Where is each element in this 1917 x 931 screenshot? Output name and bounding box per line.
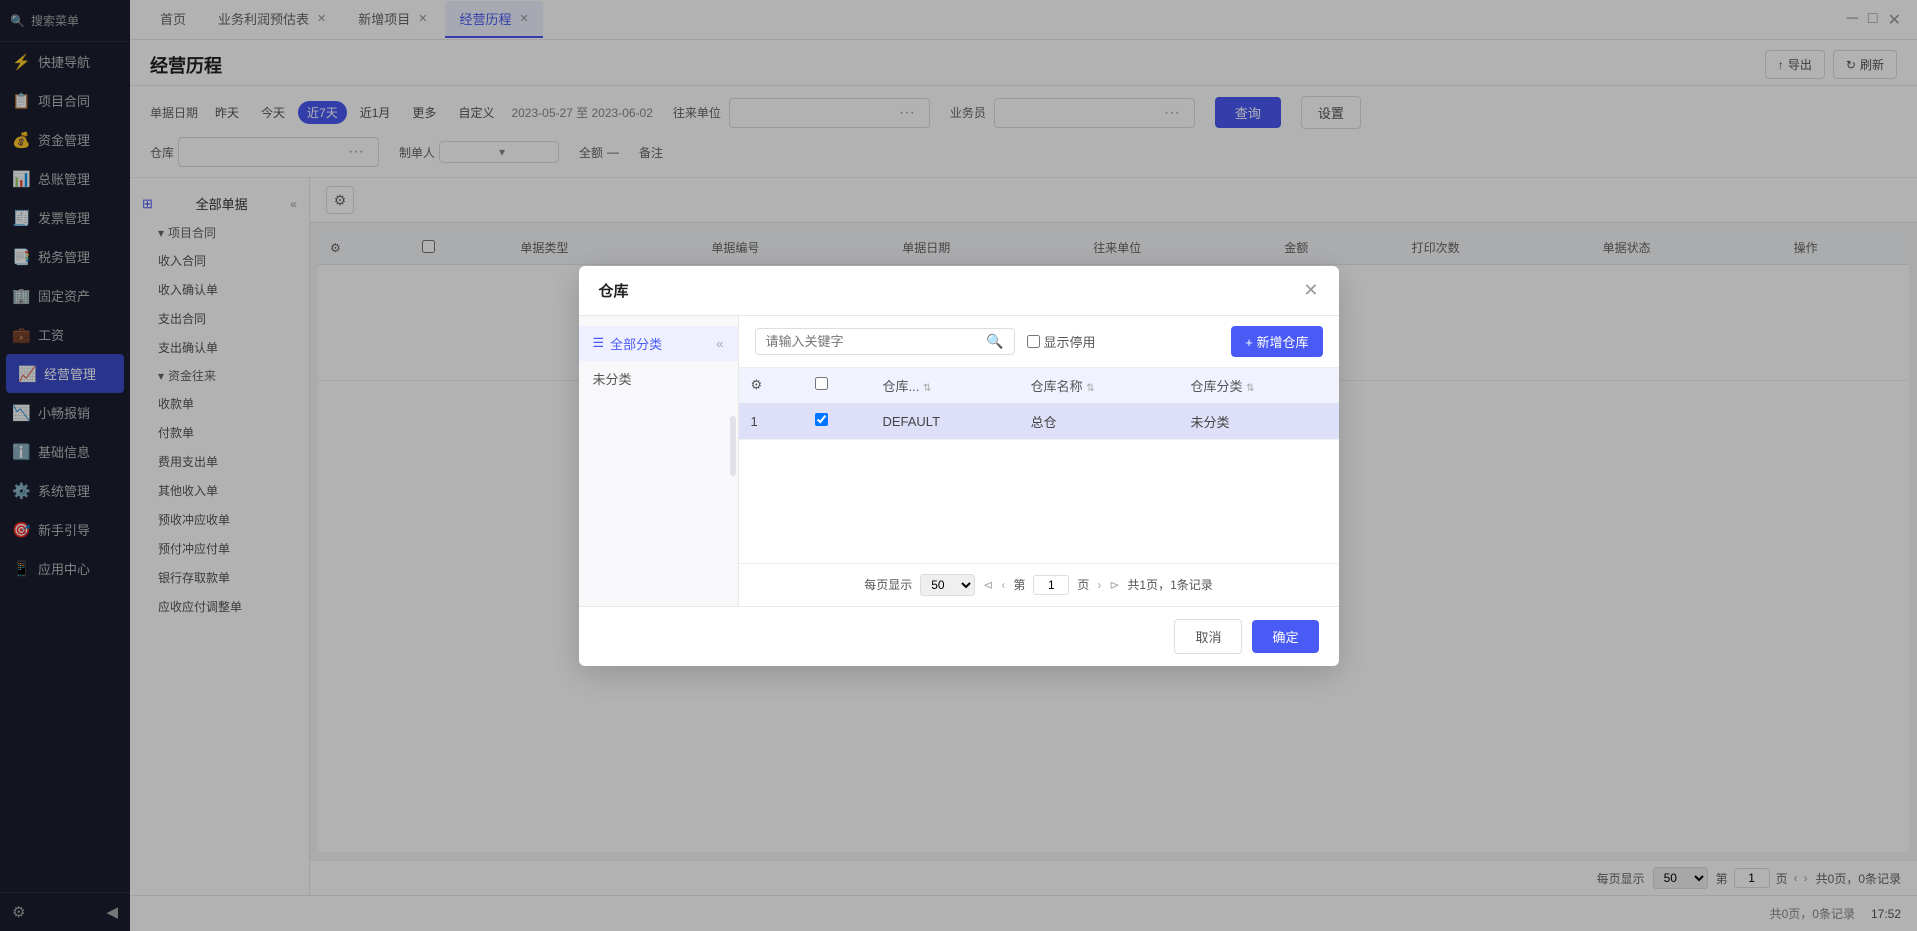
row-checkbox[interactable] (815, 413, 828, 426)
modal-row-index: 1 (739, 403, 804, 439)
modal-row-category: 未分类 (1179, 403, 1339, 439)
modal-close-button[interactable]: ✕ (1303, 280, 1318, 301)
modal-total-label: 共1页，1条记录 (1127, 576, 1212, 593)
cancel-button[interactable]: 取消 (1174, 619, 1242, 654)
modal-scrollbar[interactable] (730, 416, 736, 476)
modal-col-settings[interactable]: ⚙ (739, 368, 804, 404)
modal-table-area: ⚙ 仓库... ⇅ 仓库名称 ⇅ (739, 368, 1339, 563)
modal-last-page[interactable]: ⊳ (1109, 578, 1119, 592)
modal-next-page[interactable]: › (1097, 578, 1101, 592)
modal-all-label: 全部分类 (610, 334, 662, 353)
modal-per-page-select[interactable]: 50 100 (920, 574, 975, 596)
col-settings-icon: ⚙ (751, 377, 763, 392)
modal-col-code: 仓库... ⇅ (870, 368, 1018, 404)
modal-search-box[interactable]: 🔍 (755, 328, 1015, 355)
col-name-label: 仓库名称 (1031, 379, 1083, 394)
modal-all-icon: ☰ (593, 335, 605, 351)
modal-category-unclassified[interactable]: 未分类 (579, 361, 738, 396)
show-disabled-label: 显示停用 (1044, 332, 1096, 351)
modal-col-checkbox (803, 368, 870, 404)
modal-body: ☰ 全部分类 « 未分类 🔍 (579, 316, 1339, 606)
modal-right-panel: 🔍 显示停用 + 新增仓库 ⚙ (739, 316, 1339, 606)
modal-page-suffix: 页 (1077, 576, 1089, 593)
show-disabled-checkbox[interactable] (1027, 335, 1040, 348)
modal-category-all[interactable]: ☰ 全部分类 « (579, 326, 738, 361)
modal-collapse-btn[interactable]: « (716, 336, 723, 351)
modal-footer: 取消 确定 (579, 606, 1339, 666)
modal-page-label: 第 (1013, 576, 1025, 593)
modal-row-name: 总仓 (1019, 403, 1179, 439)
show-disabled-checkbox-group: 显示停用 (1027, 332, 1096, 351)
modal-title: 仓库 (599, 280, 629, 301)
col-code-sort[interactable]: ⇅ (923, 383, 931, 394)
modal-row-code: DEFAULT (870, 403, 1018, 439)
col-category-label: 仓库分类 (1191, 379, 1243, 394)
modal-category-label: 未分类 (593, 369, 632, 388)
modal-search-input[interactable] (766, 334, 987, 349)
modal-col-category: 仓库分类 ⇅ (1179, 368, 1339, 404)
modal-row-checkbox (803, 403, 870, 439)
modal-overlay[interactable]: 仓库 ✕ ☰ 全部分类 « 未分类 (0, 0, 1917, 931)
modal-col-name: 仓库名称 ⇅ (1019, 368, 1179, 404)
warehouse-modal: 仓库 ✕ ☰ 全部分类 « 未分类 (579, 266, 1339, 666)
modal-warehouse-table: ⚙ 仓库... ⇅ 仓库名称 ⇅ (739, 368, 1339, 440)
modal-search-icon[interactable]: 🔍 (986, 333, 1003, 350)
modal-header: 仓库 ✕ (579, 266, 1339, 316)
col-category-sort[interactable]: ⇅ (1246, 383, 1254, 394)
modal-toolbar: 🔍 显示停用 + 新增仓库 (739, 316, 1339, 368)
col-code-label: 仓库... (882, 379, 919, 394)
confirm-button[interactable]: 确定 (1252, 620, 1318, 653)
add-warehouse-button[interactable]: + 新增仓库 (1231, 326, 1322, 357)
modal-first-page[interactable]: ⊲ (983, 578, 993, 592)
modal-left-panel: ☰ 全部分类 « 未分类 (579, 316, 739, 606)
modal-pagination: 每页显示 50 100 ⊲ ‹ 第 页 › ⊳ 共1页，1条记录 (739, 563, 1339, 606)
modal-table-row[interactable]: 1 DEFAULT 总仓 未分类 (739, 403, 1339, 439)
modal-prev-page[interactable]: ‹ (1001, 578, 1005, 592)
col-name-sort[interactable]: ⇅ (1086, 383, 1094, 394)
modal-per-page-label: 每页显示 (864, 576, 912, 593)
modal-page-input[interactable] (1033, 575, 1069, 595)
modal-select-all[interactable] (815, 377, 828, 390)
